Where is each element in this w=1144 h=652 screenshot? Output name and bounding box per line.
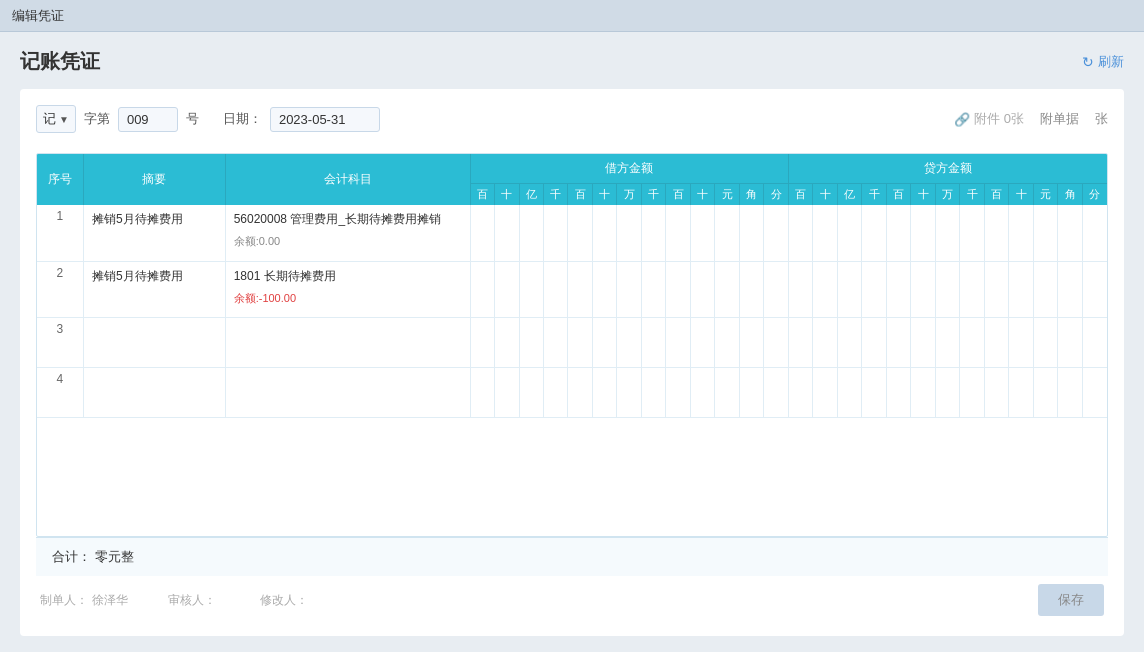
dh-11: 元 bbox=[715, 184, 739, 206]
summary-value: 零元整 bbox=[95, 549, 134, 564]
refresh-button[interactable]: ↻ 刷新 bbox=[1082, 53, 1124, 71]
voucher-table: 序号 摘要 会计科目 借方金额 贷方金额 百 十 亿 千 bbox=[37, 154, 1107, 418]
voucher-card: 记 ▼ 字第 号 日期： 🔗 附件 0张 附单据 张 bbox=[20, 89, 1124, 636]
header-account: 会计科目 bbox=[225, 154, 470, 205]
dh-3: 亿 bbox=[519, 184, 543, 206]
dh-5: 百 bbox=[568, 184, 592, 206]
ch-10: 十 bbox=[1009, 184, 1033, 206]
dh-10: 十 bbox=[690, 184, 714, 206]
title-bar: 编辑凭证 bbox=[0, 0, 1144, 32]
table-row: 3 bbox=[37, 317, 1107, 367]
row-account[interactable] bbox=[225, 317, 470, 367]
row-seq: 3 bbox=[37, 317, 83, 367]
window-title: 编辑凭证 bbox=[12, 7, 64, 25]
creator-label: 制单人： bbox=[40, 592, 88, 609]
ch-9: 百 bbox=[984, 184, 1008, 206]
attachment-link[interactable]: 🔗 附件 0张 bbox=[954, 110, 1024, 128]
dh-12: 角 bbox=[739, 184, 763, 206]
ch-2: 十 bbox=[813, 184, 837, 206]
ch-4: 千 bbox=[862, 184, 886, 206]
content-area: 记账凭证 ↻ 刷新 记 ▼ 字第 号 日期： bbox=[0, 32, 1144, 652]
chevron-down-icon: ▼ bbox=[59, 114, 69, 125]
hao-label: 号 bbox=[186, 110, 199, 128]
type-dropdown[interactable]: 记 ▼ bbox=[36, 105, 76, 133]
row-account[interactable]: 56020008 管理费用_长期待摊费用摊销 余额:0.00 bbox=[225, 205, 470, 261]
voucher-number-input[interactable] bbox=[118, 107, 178, 132]
voucher-form-row: 记 ▼ 字第 号 日期： 🔗 附件 0张 附单据 张 bbox=[36, 105, 1108, 141]
zhang-label: 张 bbox=[1095, 110, 1108, 128]
ch-6: 十 bbox=[911, 184, 935, 206]
refresh-label: 刷新 bbox=[1098, 53, 1124, 71]
date-label: 日期： bbox=[223, 110, 262, 128]
modifier-label: 修改人： bbox=[260, 592, 308, 609]
table-header-row: 序号 摘要 会计科目 借方金额 贷方金额 bbox=[37, 154, 1107, 184]
header-summary: 摘要 bbox=[83, 154, 225, 205]
ch-5: 百 bbox=[886, 184, 910, 206]
creator-field: 制单人： 徐泽华 bbox=[40, 592, 128, 609]
row-summary[interactable] bbox=[83, 317, 225, 367]
reviewer-field: 审核人： bbox=[168, 592, 220, 609]
page-header: 记账凭证 ↻ 刷新 bbox=[20, 48, 1124, 75]
window: 编辑凭证 记账凭证 ↻ 刷新 记 ▼ 字第 号 日期： bbox=[0, 0, 1144, 652]
modifier-field: 修改人： bbox=[260, 592, 312, 609]
dh-2: 十 bbox=[495, 184, 519, 206]
row-summary[interactable] bbox=[83, 367, 225, 417]
table-body: 1 摊销5月待摊费用 56020008 管理费用_长期待摊费用摊销 余额:0.0… bbox=[37, 205, 1107, 417]
header-credit: 贷方金额 bbox=[789, 154, 1108, 184]
row-seq: 1 bbox=[37, 205, 83, 261]
dh-4: 千 bbox=[544, 184, 568, 206]
dh-7: 万 bbox=[617, 184, 641, 206]
attachment-area: 🔗 附件 0张 附单据 张 bbox=[954, 110, 1108, 128]
row-summary[interactable]: 摊销5月待摊费用 bbox=[83, 261, 225, 317]
summary-prefix: 合计： bbox=[52, 549, 91, 564]
dh-13: 分 bbox=[764, 184, 789, 206]
dh-1: 百 bbox=[470, 184, 494, 206]
row-account[interactable] bbox=[225, 367, 470, 417]
footer-row: 制单人： 徐泽华 审核人： 修改人： 保存 bbox=[36, 576, 1108, 620]
ch-1: 百 bbox=[789, 184, 813, 206]
summary-label: 合计： 零元整 bbox=[52, 549, 134, 564]
save-button[interactable]: 保存 bbox=[1038, 584, 1104, 616]
table-row: 2 摊销5月待摊费用 1801 长期待摊费用 余额:-100.00 bbox=[37, 261, 1107, 317]
refresh-icon: ↻ bbox=[1082, 54, 1094, 70]
header-seq: 序号 bbox=[37, 154, 83, 205]
row-seq: 2 bbox=[37, 261, 83, 317]
creator-value: 徐泽华 bbox=[92, 592, 128, 609]
dh-9: 百 bbox=[666, 184, 690, 206]
ch-8: 千 bbox=[960, 184, 984, 206]
table-row: 4 bbox=[37, 367, 1107, 417]
row-account[interactable]: 1801 长期待摊费用 余额:-100.00 bbox=[225, 261, 470, 317]
ch-3: 亿 bbox=[837, 184, 861, 206]
voucher-table-outer: 序号 摘要 会计科目 借方金额 贷方金额 百 十 亿 千 bbox=[36, 153, 1108, 620]
attachment-count: 0张 bbox=[1004, 110, 1024, 128]
page-title: 记账凭证 bbox=[20, 48, 100, 75]
single-label[interactable]: 附单据 bbox=[1040, 110, 1079, 128]
table-row: 1 摊销5月待摊费用 56020008 管理费用_长期待摊费用摊销 余额:0.0… bbox=[37, 205, 1107, 261]
table-wrapper: 序号 摘要 会计科目 借方金额 贷方金额 百 十 亿 千 bbox=[36, 153, 1108, 537]
zi-label: 字第 bbox=[84, 110, 110, 128]
date-input[interactable] bbox=[270, 107, 380, 132]
ch-7: 万 bbox=[935, 184, 959, 206]
type-field: 记 ▼ bbox=[36, 105, 76, 133]
ch-11: 元 bbox=[1033, 184, 1057, 206]
dh-6: 十 bbox=[592, 184, 616, 206]
ch-13: 分 bbox=[1082, 184, 1107, 206]
ch-12: 角 bbox=[1058, 184, 1082, 206]
row-summary[interactable]: 摊销5月待摊费用 bbox=[83, 205, 225, 261]
header-debit: 借方金额 bbox=[470, 154, 788, 184]
reviewer-label: 审核人： bbox=[168, 592, 216, 609]
paperclip-icon: 🔗 bbox=[954, 112, 970, 127]
row-seq: 4 bbox=[37, 367, 83, 417]
summary-row: 合计： 零元整 bbox=[36, 537, 1108, 576]
dh-8: 千 bbox=[641, 184, 665, 206]
attachment-label: 附件 bbox=[974, 110, 1000, 128]
type-value: 记 bbox=[43, 110, 56, 128]
